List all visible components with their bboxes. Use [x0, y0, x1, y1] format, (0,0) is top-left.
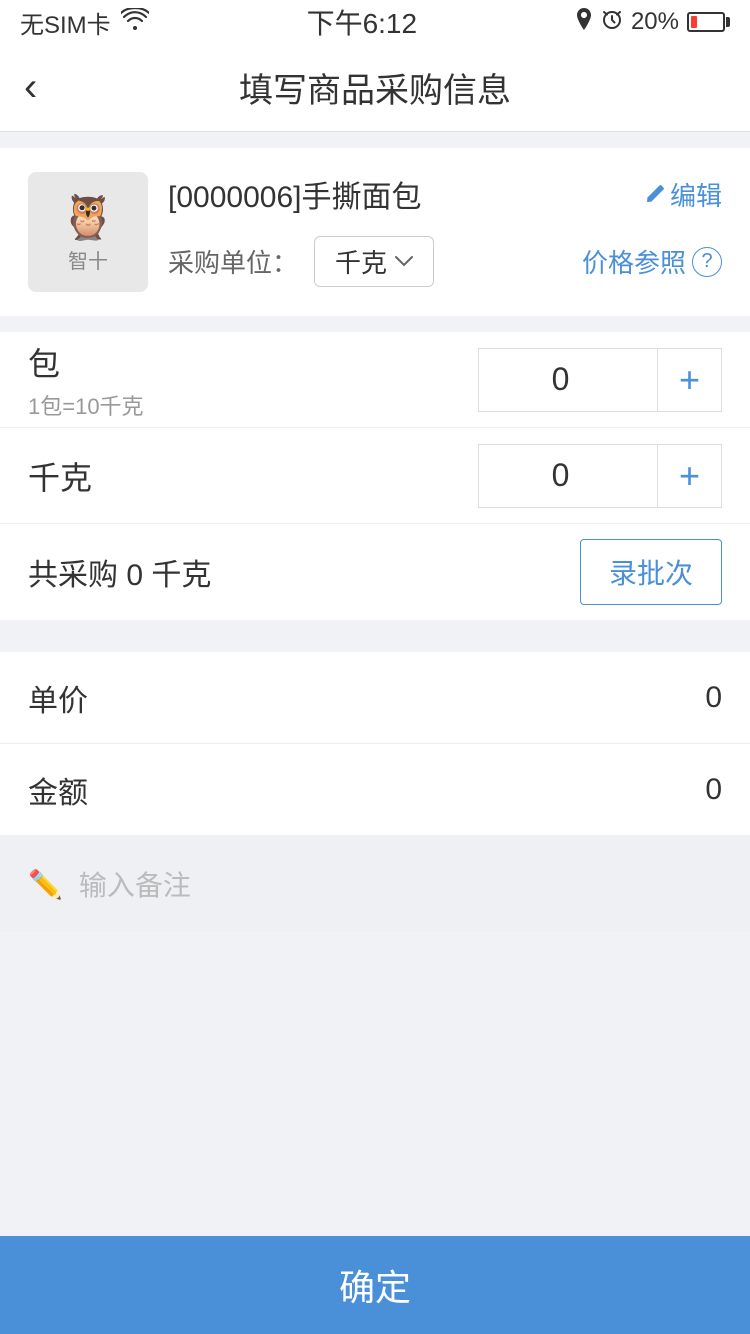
unit-label: 采购单位：: [168, 243, 298, 280]
content-spacer: [0, 932, 750, 1212]
product-info: [0000006]手撕面包 编辑 采购单位： 千克 价格参照: [168, 172, 722, 287]
status-bar: 无SIM卡 下午6:12 20%: [0, 0, 750, 44]
confirm-button[interactable]: 确定: [0, 1236, 750, 1334]
carrier-text: 无SIM卡: [20, 5, 111, 40]
bag-sublabel: 1包=10千克: [28, 389, 188, 421]
product-image: 🦉 智十: [28, 172, 148, 292]
divider-1: [0, 316, 750, 332]
product-card: 🦉 智十 [0000006]手撕面包 编辑 采购单位： 千克: [0, 148, 750, 316]
page-title: 填写商品采购信息: [239, 63, 511, 112]
location-icon: [575, 8, 593, 37]
kg-plus-button[interactable]: +: [658, 444, 722, 508]
summary-row: 共采购 0 千克 录批次: [0, 524, 750, 620]
divider-2: [0, 620, 750, 636]
batch-button[interactable]: 录批次: [580, 539, 722, 605]
unit-price-value: 0: [705, 681, 722, 715]
unit-price-label: 单价: [28, 676, 88, 720]
note-placeholder: 输入备注: [79, 864, 191, 904]
note-section[interactable]: ✏️ 输入备注: [0, 836, 750, 932]
confirm-label: 确定: [339, 1259, 411, 1311]
status-time: 下午6:12: [307, 2, 418, 42]
unit-price-row: 单价 0: [0, 652, 750, 744]
bag-input-row: 包 1包=10千克 +: [0, 332, 750, 428]
amount-row: 金额 0: [0, 744, 750, 836]
back-button[interactable]: ‹: [24, 65, 37, 110]
pencil-icon: ✏️: [28, 868, 63, 901]
amount-label: 金额: [28, 768, 88, 812]
battery-icon: [687, 12, 730, 32]
wifi-icon: [121, 8, 149, 37]
product-name: [0000006]手撕面包: [168, 172, 421, 216]
status-right: 20%: [575, 8, 730, 37]
detail-section: 单价 0 金额 0: [0, 652, 750, 836]
unit-select[interactable]: 千克: [314, 236, 434, 287]
bag-plus-button[interactable]: +: [658, 348, 722, 412]
product-logo-icon: 🦉: [61, 191, 116, 243]
amount-value: 0: [705, 773, 722, 807]
kg-input[interactable]: [478, 444, 658, 508]
product-logo-text: 智十: [68, 245, 108, 274]
edit-button[interactable]: 编辑: [644, 176, 722, 213]
input-section: 包 1包=10千克 + 千克 + 共采购 0 千克 录批次: [0, 332, 750, 620]
help-icon: ?: [692, 247, 722, 277]
price-ref-button[interactable]: 价格参照 ?: [582, 243, 722, 280]
nav-bar: ‹ 填写商品采购信息: [0, 44, 750, 132]
bag-label: 包: [28, 339, 188, 385]
kg-input-row: 千克 +: [0, 428, 750, 524]
alarm-icon: [601, 8, 623, 37]
bag-input[interactable]: [478, 348, 658, 412]
battery-text: 20%: [631, 8, 679, 36]
kg-label: 千克: [28, 453, 188, 499]
status-left: 无SIM卡: [20, 5, 149, 40]
summary-text: 共采购 0 千克: [28, 550, 211, 594]
